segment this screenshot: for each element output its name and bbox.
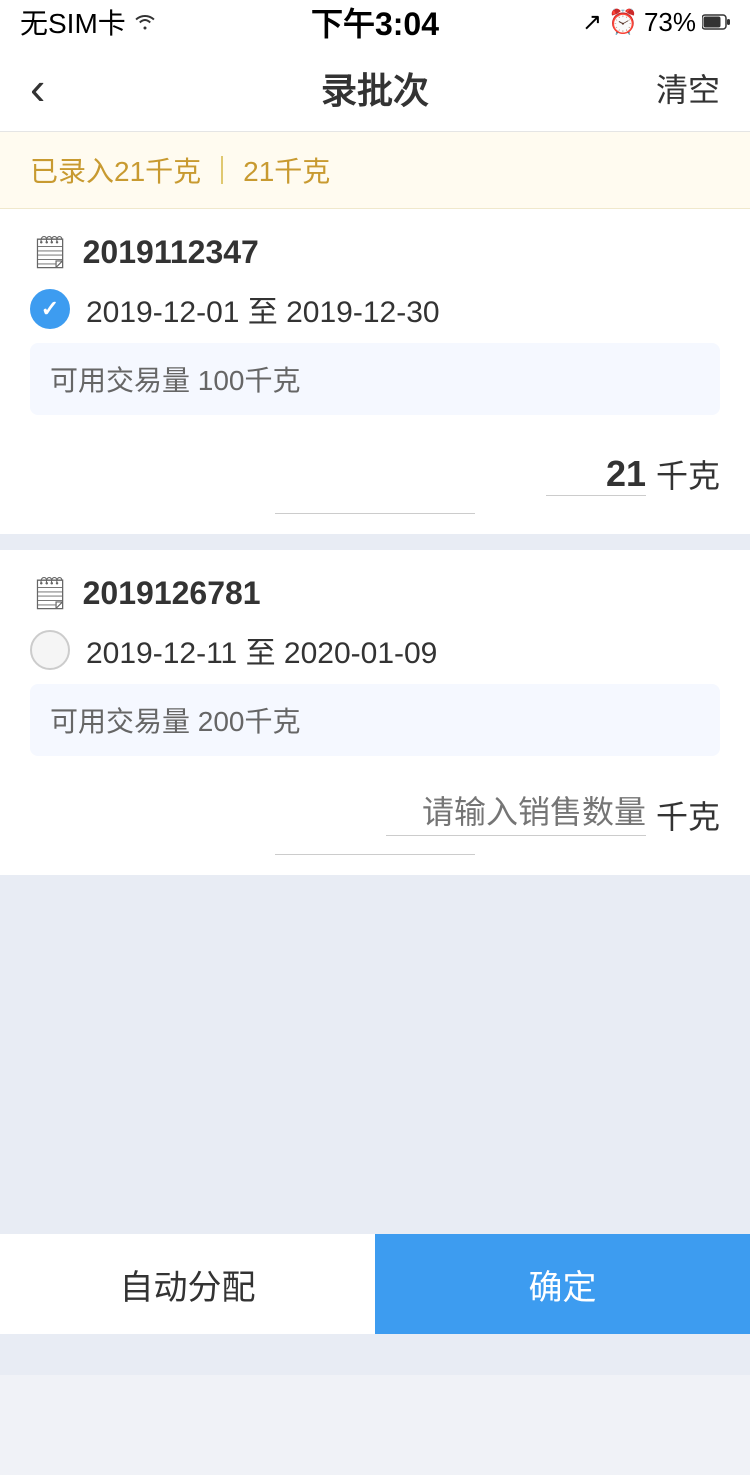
batch1-header: 🗒 2019112347 [0,209,750,279]
batch2-header: 🗒 2019126781 [0,550,750,620]
batch2-date: 2019-12-11 至 2020-01-09 [86,628,437,672]
amount-label: 21千克 [243,150,330,190]
nav-bar: ‹ 录批次 清空 [0,44,750,132]
batch-item-1: 🗒 2019112347 2019-12-01 至 2019-12-30 可用交… [0,209,750,534]
auto-distribute-button[interactable]: 自动分配 [0,1234,375,1334]
batch-item-2: 🗒 2019126781 2019-12-11 至 2020-01-09 可用交… [0,550,750,875]
batch1-amount-row: 千克 [0,435,750,513]
alarm-icon: ⏰ [608,8,638,37]
location-icon: ↗ [582,8,602,37]
clear-button[interactable]: 清空 [656,65,720,111]
status-left: 无SIM卡 [20,2,156,42]
info-banner: 已录入21千克 21千克 [0,132,750,209]
batch2-radio[interactable] [30,630,70,670]
batch2-icon: 🗒 [30,574,71,612]
wifi-icon [134,14,156,30]
status-right: ↗ ⏰ 73% [582,7,730,38]
status-time: 下午3:04 [311,0,439,45]
batch1-available-qty: 可用交易量 100千克 [30,343,720,415]
batch2-id: 2019126781 [83,575,261,612]
batch1-unit: 千克 [656,451,720,497]
batch1-radio[interactable] [30,289,70,329]
batch1-date: 2019-12-01 至 2019-12-30 [86,287,440,331]
confirm-button[interactable]: 确定 [375,1234,750,1334]
banner-divider [221,156,223,184]
battery-percent: 73% [644,7,696,38]
batch2-input-row: 千克 [0,776,750,854]
batch1-date-row[interactable]: 2019-12-01 至 2019-12-30 [0,279,750,343]
battery-icon [702,14,730,30]
batch1-id: 2019112347 [83,234,259,271]
batch2-date-row[interactable]: 2019-12-11 至 2020-01-09 [0,620,750,684]
page-title: 录批次 [321,62,429,114]
batch1-icon: 🗒 [30,233,71,271]
back-button[interactable]: ‹ [30,65,45,111]
status-bar: 无SIM卡 下午3:04 ↗ ⏰ 73% [0,0,750,44]
recorded-label: 已录入21千克 [30,150,201,190]
batch2-qty-input[interactable] [386,794,646,836]
batch2-unit: 千克 [656,792,720,838]
bottom-bar: 自动分配 确定 [0,1234,750,1334]
sim-text: 无SIM卡 [20,2,126,42]
batch1-amount-input[interactable] [546,453,646,496]
section-divider [0,534,750,550]
batch2-available-qty: 可用交易量 200千克 [30,684,720,756]
